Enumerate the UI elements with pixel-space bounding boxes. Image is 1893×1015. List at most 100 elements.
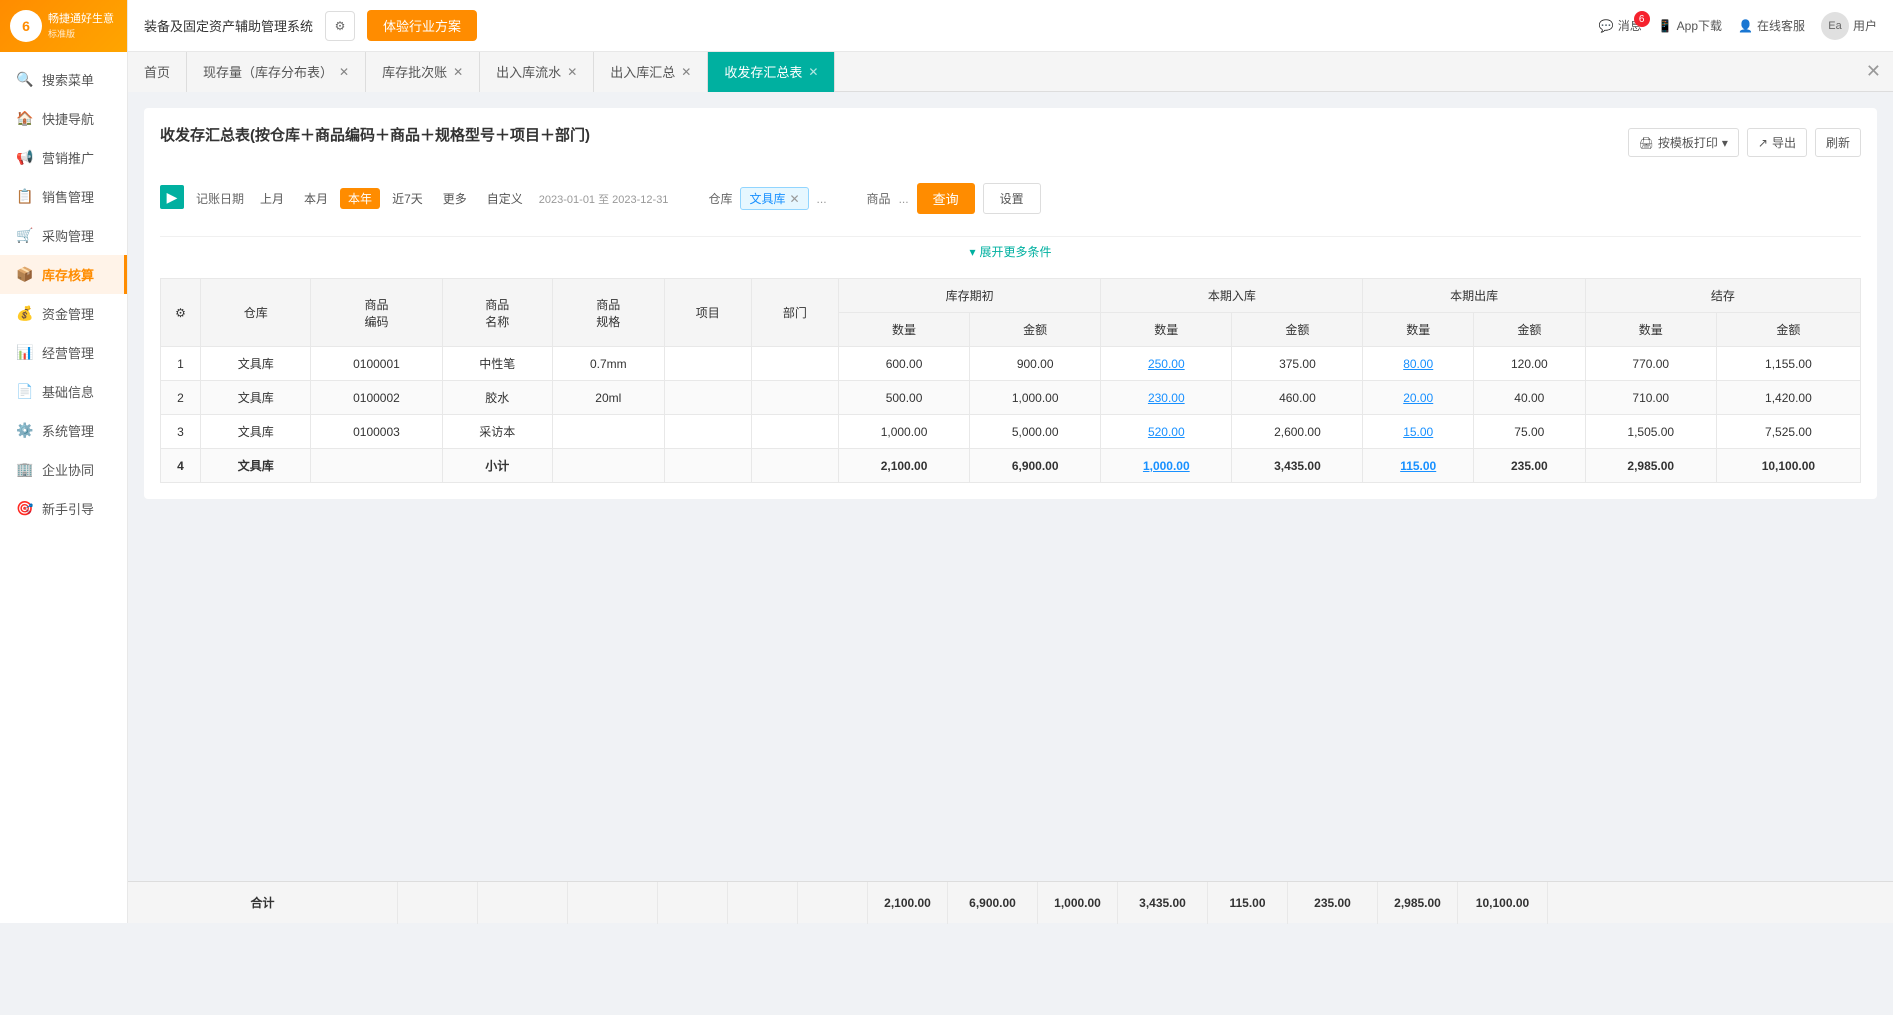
table-header-closing-amt: 金额	[1716, 313, 1860, 347]
table-header-warehouse: 仓库	[201, 279, 311, 347]
main-content: 收发存汇总表(按仓库＋商品编码＋商品＋规格型号＋项目＋部门) 🖨 按模板打印 ▾…	[128, 92, 1893, 923]
content-card: 收发存汇总表(按仓库＋商品编码＋商品＋规格型号＋项目＋部门) 🖨 按模板打印 ▾…	[144, 108, 1877, 499]
sidebar-item-newbie[interactable]: 🎯 新手引导	[0, 489, 127, 528]
tab-home[interactable]: 首页	[128, 52, 187, 92]
sidebar-item-label: 搜索菜单	[42, 70, 94, 89]
sidebar-item-quick-nav[interactable]: 🏠 快捷导航	[0, 99, 127, 138]
sidebar-item-operation[interactable]: 📊 经营管理	[0, 333, 127, 372]
sidebar-item-sales[interactable]: 📋 销售管理	[0, 177, 127, 216]
date-tab-this-month[interactable]: 本月	[296, 188, 336, 209]
logo-icon: 6	[10, 10, 42, 42]
cell-out-qty[interactable]: 15.00	[1363, 415, 1473, 449]
cell-out-qty[interactable]: 80.00	[1363, 347, 1473, 381]
filter-row-date: 记账日期 上月 本月 本年 近7天 更多 自定义 2023-01-01 至 20…	[196, 183, 1041, 214]
cell-warehouse: 文具库	[201, 449, 311, 483]
trial-button[interactable]: 体验行业方案	[367, 10, 477, 41]
avatar: Ea	[1821, 12, 1849, 40]
filter-setting-button[interactable]: 设置	[983, 183, 1041, 214]
user-label: 用户	[1853, 17, 1877, 34]
cell-in-qty[interactable]: 250.00	[1101, 347, 1232, 381]
tabbar-close-all[interactable]: ✕	[1854, 61, 1893, 82]
date-tab-this-year[interactable]: 本年	[340, 188, 380, 209]
expand-more-button[interactable]: ▾ 展开更多条件	[160, 236, 1861, 266]
export-button[interactable]: ↗ 导出	[1747, 128, 1807, 157]
cell-closing-amt: 1,155.00	[1716, 347, 1860, 381]
goods-filter-label: 商品	[867, 190, 891, 207]
cell-out-qty[interactable]: 115.00	[1363, 449, 1473, 483]
tab-stock-dist[interactable]: 现存量（库存分布表） ✕	[187, 52, 366, 92]
logo-text: 畅捷通好生意	[48, 12, 114, 27]
tab-batch-close[interactable]: ✕	[453, 65, 463, 79]
footer-closing-amt: 10,100.00	[1458, 882, 1548, 924]
date-tab-more[interactable]: 更多	[435, 188, 475, 209]
query-button[interactable]: 查询	[917, 183, 975, 214]
cell-opening-amt: 1,000.00	[970, 381, 1101, 415]
cell-in-qty[interactable]: 520.00	[1101, 415, 1232, 449]
date-tab-custom[interactable]: 自定义	[479, 188, 531, 209]
table-header-spec: 商品规格	[552, 279, 664, 347]
footer-out-qty: 115.00	[1208, 882, 1288, 924]
tab-summary-close[interactable]: ✕	[681, 65, 691, 79]
print-label: 按模板打印	[1658, 134, 1718, 151]
goods-more[interactable]: ...	[899, 192, 909, 206]
filter-bar: ▶ 记账日期 上月 本月 本年 近7天 更多 自定义 2023-01-01 至 …	[160, 173, 1861, 224]
footer-out-amt: 235.00	[1288, 882, 1378, 924]
tab-flow-close[interactable]: ✕	[567, 65, 577, 79]
table-header-project: 项目	[664, 279, 751, 347]
filter-collapse-button[interactable]: ▶	[160, 185, 184, 209]
message-button[interactable]: 💬 消息 6	[1599, 17, 1642, 34]
cell-in-qty[interactable]: 1,000.00	[1101, 449, 1232, 483]
footer-opening-qty: 2,100.00	[868, 882, 948, 924]
sidebar-item-enterprise[interactable]: 🏢 企业协同	[0, 450, 127, 489]
date-tab-7days[interactable]: 近7天	[384, 188, 431, 209]
cell-out-amt: 40.00	[1473, 381, 1585, 415]
cell-spec	[552, 449, 664, 483]
home-icon: 🏠	[16, 110, 34, 127]
tab-stock-dist-close[interactable]: ✕	[339, 65, 349, 79]
warehouse-tag-close[interactable]: ✕	[789, 192, 799, 206]
table-header-in-amt: 金额	[1232, 313, 1363, 347]
cell-name: 胶水	[442, 381, 552, 415]
print-template-button[interactable]: 🖨 按模板打印 ▾	[1628, 128, 1739, 157]
export-icon: ↗	[1758, 136, 1768, 150]
cell-code	[311, 449, 442, 483]
online-service-button[interactable]: 👤 在线客服	[1738, 17, 1805, 34]
sidebar-item-inventory[interactable]: 📦 库存核算	[0, 255, 127, 294]
cell-in-qty[interactable]: 230.00	[1101, 381, 1232, 415]
footer-label: 合计	[128, 882, 398, 924]
table-header-settings[interactable]: ⚙	[161, 279, 201, 347]
cell-closing-qty: 1,505.00	[1585, 415, 1716, 449]
sidebar-item-marketing[interactable]: 📢 营销推广	[0, 138, 127, 177]
cell-in-amt: 375.00	[1232, 347, 1363, 381]
tab-collection-summary[interactable]: 收发存汇总表 ✕	[708, 52, 835, 92]
warehouse-more[interactable]: ...	[817, 192, 827, 206]
topbar-left: 装备及固定资产辅助管理系统 ⚙ 体验行业方案	[144, 10, 477, 41]
cell-closing-qty: 2,985.00	[1585, 449, 1716, 483]
table-header-group-opening: 库存期初	[838, 279, 1100, 313]
sidebar-item-search[interactable]: 🔍 搜索菜单	[0, 60, 127, 99]
sidebar-item-system[interactable]: ⚙️ 系统管理	[0, 411, 127, 450]
tab-flow[interactable]: 出入库流水 ✕	[480, 52, 594, 92]
message-icon: 💬	[1599, 19, 1614, 33]
cell-out-qty[interactable]: 20.00	[1363, 381, 1473, 415]
sidebar-item-finance[interactable]: 💰 资金管理	[0, 294, 127, 333]
cell-spec: 0.7mm	[552, 347, 664, 381]
message-badge: 6	[1634, 11, 1650, 27]
tab-collection-summary-close[interactable]: ✕	[808, 65, 818, 79]
table-row: 2 文具库 0100002 胶水 20ml 500.00 1,000.00 23…	[161, 381, 1861, 415]
user-menu[interactable]: Ea 用户	[1821, 12, 1877, 40]
sidebar-item-purchase[interactable]: 🛒 采购管理	[0, 216, 127, 255]
date-tab-last-month[interactable]: 上月	[252, 188, 292, 209]
tab-summary[interactable]: 出入库汇总 ✕	[594, 52, 708, 92]
tab-batch[interactable]: 库存批次账 ✕	[366, 52, 480, 92]
topbar-settings-button[interactable]: ⚙	[325, 11, 355, 41]
cell-in-amt: 3,435.00	[1232, 449, 1363, 483]
warehouse-filter-label: 仓库	[708, 190, 732, 207]
system-title: 装备及固定资产辅助管理系统	[144, 16, 313, 35]
cell-opening-amt: 5,000.00	[970, 415, 1101, 449]
table-header-out-amt: 金额	[1473, 313, 1585, 347]
sidebar-item-basic-info[interactable]: 📄 基础信息	[0, 372, 127, 411]
app-download-button[interactable]: 📱 App下载	[1658, 17, 1722, 34]
refresh-button[interactable]: 刷新	[1815, 128, 1861, 157]
sidebar-item-label: 快捷导航	[42, 109, 94, 128]
